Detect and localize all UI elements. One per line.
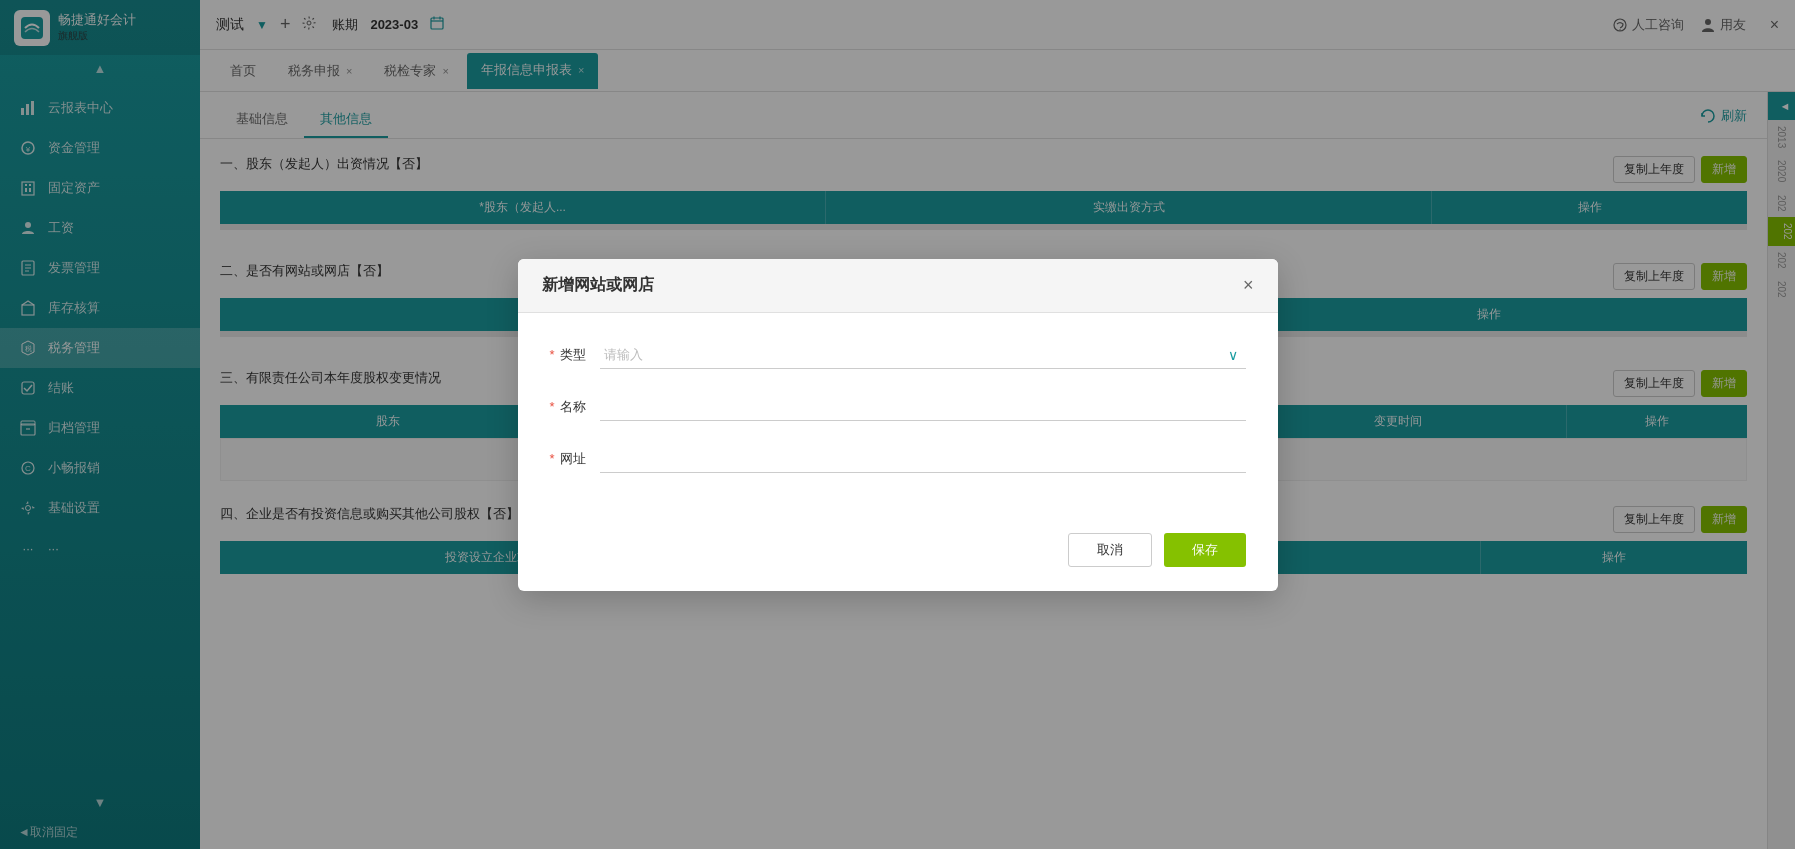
field-label-name: * 名称 [550,398,600,416]
dialog-overlay[interactable]: 新增网站或网店 × * 类型 ∨ * 名称 [0,0,1795,849]
dialog-header: 新增网站或网店 × [518,259,1278,313]
url-input[interactable] [600,445,1246,473]
field-label-url: * 网址 [550,450,600,468]
form-row-url: * 网址 [550,445,1246,473]
field-label-type: * 类型 [550,346,600,364]
name-input[interactable] [600,393,1246,421]
save-button[interactable]: 保存 [1164,533,1246,567]
dialog-close-button[interactable]: × [1243,276,1254,294]
field-wrap-name [600,393,1246,421]
required-star-name: * [550,399,555,414]
add-website-dialog: 新增网站或网店 × * 类型 ∨ * 名称 [518,259,1278,591]
dialog-body: * 类型 ∨ * 名称 * [518,313,1278,517]
cancel-button[interactable]: 取消 [1068,533,1152,567]
dialog-footer: 取消 保存 [518,517,1278,591]
form-row-type: * 类型 ∨ [550,341,1246,369]
form-row-name: * 名称 [550,393,1246,421]
required-star-type: * [550,347,555,362]
field-wrap-url [600,445,1246,473]
type-input[interactable] [600,341,1246,369]
dialog-title: 新增网站或网店 [542,275,654,296]
required-star-url: * [550,451,555,466]
field-wrap-type: ∨ [600,341,1246,369]
